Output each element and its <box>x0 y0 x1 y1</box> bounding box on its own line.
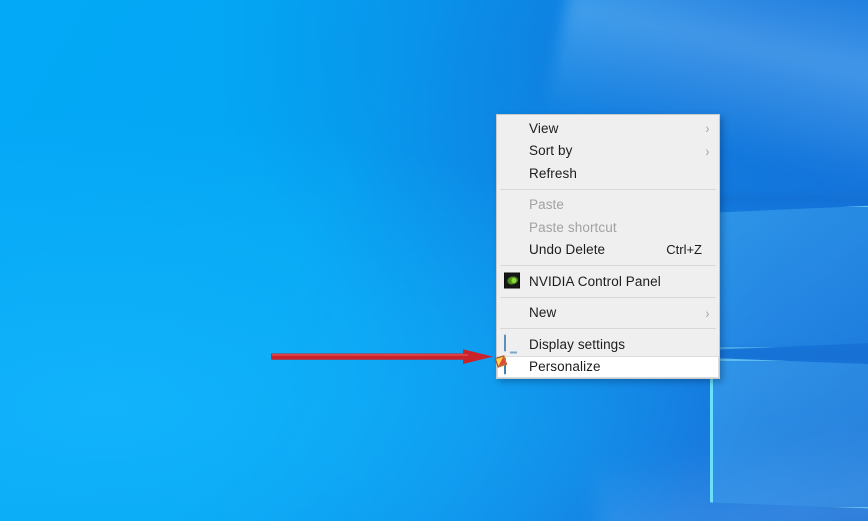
menu-separator <box>500 188 716 190</box>
chevron-right-icon: › <box>705 120 710 137</box>
chevron-right-icon: › <box>705 142 710 159</box>
wallpaper-pane-gap <box>712 348 868 360</box>
menu-separator <box>500 265 716 266</box>
chevron-right-icon: › <box>705 304 710 321</box>
menu-item-label: Paste shortcut <box>529 219 617 235</box>
menu-item-nvidia-control-panel[interactable]: NVIDIA Control Panel <box>497 270 719 293</box>
menu-item-view[interactable]: View › <box>497 117 719 140</box>
menu-separator <box>500 328 716 329</box>
personalize-icon <box>504 357 521 375</box>
menu-item-label: Paste <box>529 197 565 212</box>
menu-item-label: Undo Delete <box>529 242 606 257</box>
menu-separator <box>500 296 716 298</box>
desktop-context-menu[interactable]: View › Sort by › Refresh Paste Paste sho… <box>496 114 720 379</box>
menu-item-label: Display settings <box>529 336 626 352</box>
menu-item-sort-by[interactable]: Sort by › <box>497 140 719 163</box>
desktop-wallpaper[interactable] <box>0 0 868 521</box>
monitor-icon <box>504 334 521 353</box>
menu-item-undo-delete[interactable]: Undo Delete Ctrl+Z <box>497 239 719 262</box>
menu-item-refresh[interactable]: Refresh <box>497 162 719 185</box>
callout-arrow <box>271 349 493 364</box>
menu-item-display-settings[interactable]: Display settings <box>497 333 719 356</box>
menu-item-accelerator: Ctrl+Z <box>666 242 702 258</box>
wallpaper-window-pane-top-right <box>710 204 868 350</box>
menu-item-label: New <box>529 305 557 320</box>
menu-item-paste-shortcut: Paste shortcut <box>497 216 719 239</box>
menu-item-label: Sort by <box>529 143 573 158</box>
wallpaper-window-pane-bottom-right <box>710 358 868 510</box>
menu-item-label: NVIDIA Control Panel <box>529 273 661 289</box>
menu-item-new[interactable]: New › <box>497 302 719 325</box>
nvidia-icon <box>504 272 521 290</box>
menu-item-personalize[interactable]: Personalize <box>497 355 719 378</box>
menu-item-label: Refresh <box>529 165 577 181</box>
menu-item-paste: Paste <box>497 194 719 217</box>
menu-item-label: View <box>529 120 559 136</box>
